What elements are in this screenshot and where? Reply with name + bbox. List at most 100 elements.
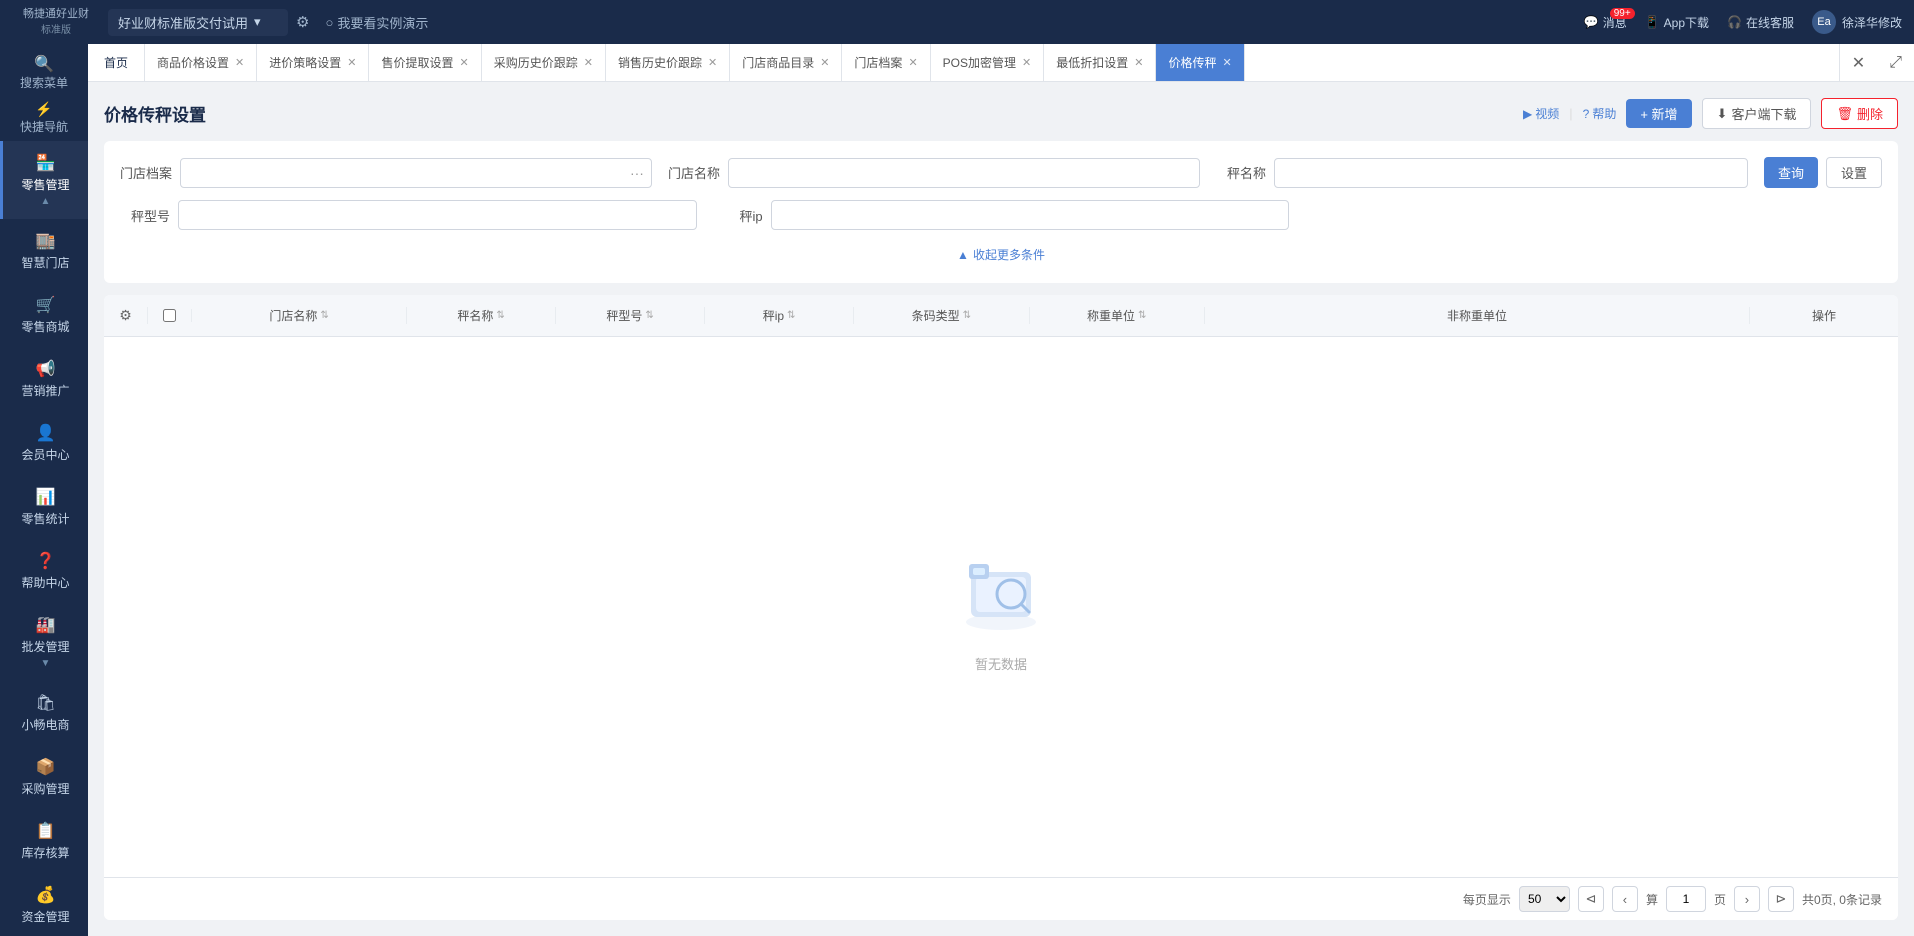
sort-icon-barcode-type[interactable]: ⇅ — [963, 310, 971, 321]
tab-purchase-strategy-close[interactable]: ✕ — [347, 56, 356, 69]
sidebar-item-label-wholesale: 批发管理 — [21, 638, 69, 655]
chevron-up-icon: ▲ — [41, 196, 51, 207]
tab-sale-history[interactable]: 销售历史价跟踪 ✕ — [606, 44, 730, 82]
chevron-down-icon: ▾ — [254, 14, 261, 30]
next-page-button[interactable]: › — [1734, 886, 1760, 912]
sort-icon-weight-unit[interactable]: ⇅ — [1138, 310, 1146, 321]
settings-gear-icon[interactable]: ⚙ — [119, 307, 132, 324]
user-area[interactable]: Ea 徐泽华修改 — [1812, 10, 1902, 34]
th-settings[interactable]: ⚙ — [104, 307, 148, 324]
first-page-button[interactable]: ⊲ — [1578, 886, 1604, 912]
sidebar-item-online-store[interactable]: 🛒 零售商城 — [0, 283, 88, 347]
tab-store-catalog-close[interactable]: ✕ — [820, 56, 829, 69]
app-container: 畅捷通好业财 标准版 好业财标准版交付试用 ▾ ⚙ ○ 我要看实例演示 💬 消息… — [0, 0, 1914, 936]
tab-sale-history-close[interactable]: ✕ — [708, 56, 717, 69]
ellipsis-icon[interactable]: ··· — [630, 165, 644, 181]
store-name-input[interactable] — [728, 158, 1200, 188]
sidebar-item-retail[interactable]: 🏪 零售管理 ▲ — [0, 141, 88, 219]
online-store-icon: 🛒 — [36, 295, 56, 315]
sidebar-item-member[interactable]: 👤 会员中心 — [0, 411, 88, 475]
sidebar-item-retail-stats[interactable]: 📊 零售统计 — [0, 475, 88, 539]
tab-store-files-close[interactable]: ✕ — [908, 56, 917, 69]
last-page-button[interactable]: ⊳ — [1768, 886, 1794, 912]
tab-store-files[interactable]: 门店档案 ✕ — [842, 44, 930, 82]
prev-page-button[interactable]: ‹ — [1612, 886, 1638, 912]
chevron-up-icon: ▲ — [957, 248, 969, 262]
help-link[interactable]: ? 帮助 — [1583, 105, 1617, 122]
tab-pos-management[interactable]: POS加密管理 ✕ — [931, 44, 1045, 82]
help-icon: ❓ — [36, 551, 56, 571]
sidebar-quick-nav[interactable]: ⚡ 快捷导航 — [0, 97, 88, 141]
sort-icon-scale-name[interactable]: ⇅ — [496, 310, 504, 321]
tab-price-settings[interactable]: 商品价格设置 ✕ — [145, 44, 257, 82]
demo-button[interactable]: ○ 我要看实例演示 — [325, 13, 428, 32]
tab-min-discount-label: 最低折扣设置 — [1056, 54, 1128, 71]
scale-ip-input[interactable] — [771, 200, 1290, 230]
select-all-checkbox[interactable] — [163, 309, 176, 322]
per-page-select[interactable]: 20 50 100 — [1519, 886, 1570, 912]
add-label: + 新增 — [1640, 104, 1677, 123]
sort-icon-scale-ip[interactable]: ⇅ — [787, 310, 795, 321]
sidebar-item-xiaochang[interactable]: 🛍 小畅电商 — [0, 681, 88, 745]
delete-button[interactable]: 🗑 删除 — [1821, 98, 1898, 129]
search-button[interactable]: 查询 — [1764, 157, 1818, 188]
tab-min-discount[interactable]: 最低折扣设置 ✕ — [1044, 44, 1156, 82]
tab-sale-pickup-label: 售价提取设置 — [381, 54, 453, 71]
tab-min-discount-close[interactable]: ✕ — [1134, 56, 1143, 69]
sort-icon-scale-model[interactable]: ⇅ — [645, 310, 653, 321]
tab-purchase-history-close[interactable]: ✕ — [584, 56, 593, 69]
tab-sale-pickup[interactable]: 售价提取设置 ✕ — [369, 44, 481, 82]
scale-model-input[interactable] — [178, 200, 697, 230]
sidebar-item-smart-store[interactable]: 🏬 智慧门店 — [0, 219, 88, 283]
version-selector[interactable]: 好业财标准版交付试用 ▾ — [108, 9, 288, 36]
scale-name-input[interactable] — [1274, 158, 1748, 188]
sidebar-item-purchase[interactable]: 📦 采购管理 — [0, 745, 88, 809]
set-button[interactable]: 设置 — [1826, 157, 1882, 188]
messages-button[interactable]: 💬 消息 99+ — [1584, 14, 1627, 31]
download-button[interactable]: ⬇ 客户端下载 — [1702, 98, 1812, 129]
store-name-field: 门店名称 — [668, 158, 1200, 188]
total-info: 共0页, 0条记录 — [1802, 891, 1882, 908]
online-service-button[interactable]: 🎧 在线客服 — [1727, 14, 1794, 31]
collapse-button[interactable]: ▲ 收起更多条件 — [120, 242, 1882, 267]
tab-pos-management-close[interactable]: ✕ — [1022, 56, 1031, 69]
sidebar-item-marketing[interactable]: 📢 营销推广 — [0, 347, 88, 411]
tab-purchase-strategy[interactable]: 进价策略设置 ✕ — [257, 44, 369, 82]
app-download-button[interactable]: 📱 App下载 — [1645, 14, 1709, 31]
scale-model-label: 秤型号 — [120, 206, 170, 225]
tab-store-catalog[interactable]: 门店商品目录 ✕ — [730, 44, 842, 82]
page-input[interactable] — [1666, 886, 1706, 912]
settings-icon[interactable]: ⚙ — [296, 13, 309, 31]
search-menu-label: 搜索菜单 — [8, 74, 80, 91]
tab-sale-pickup-close[interactable]: ✕ — [460, 56, 469, 69]
form-row-2: 秤型号 秤ip — [120, 200, 1882, 230]
tab-price-scale-close[interactable]: ✕ — [1222, 56, 1231, 69]
tab-home[interactable]: 首页 — [88, 44, 145, 82]
tab-price-scale[interactable]: 价格传秤 ✕ — [1156, 44, 1244, 82]
per-page-label: 每页显示 — [1463, 891, 1511, 908]
video-link[interactable]: ▶ 视频 — [1523, 105, 1559, 122]
th-actions-label: 操作 — [1812, 307, 1836, 324]
store-file-input[interactable] — [180, 158, 652, 188]
sort-icon-store-name[interactable]: ⇅ — [320, 310, 328, 321]
th-non-weight-unit-label: 非称重单位 — [1447, 307, 1507, 324]
tab-price-settings-close[interactable]: ✕ — [235, 56, 244, 69]
sidebar-item-label-smart-store: 智慧门店 — [21, 254, 69, 271]
page-header: 价格传秤设置 ▶ 视频 | ? 帮助 + 新增 — [104, 98, 1898, 129]
add-button[interactable]: + 新增 — [1626, 99, 1691, 128]
th-weight-unit: 称重单位 ⇅ — [1030, 307, 1205, 324]
sidebar-item-inventory[interactable]: 📋 库存核算 — [0, 809, 88, 873]
sidebar-item-help[interactable]: ❓ 帮助中心 — [0, 539, 88, 603]
tab-close-all-button[interactable]: ✕ — [1840, 44, 1877, 82]
logo-area: 畅捷通好业财 标准版 — [12, 8, 100, 36]
tab-pos-management-label: POS加密管理 — [943, 54, 1016, 71]
tab-expand-button[interactable]: ⤢ — [1877, 44, 1914, 82]
th-weight-unit-label: 称重单位 — [1087, 307, 1135, 324]
separator: | — [1569, 106, 1572, 121]
store-name-label: 门店名称 — [668, 163, 720, 182]
sidebar-item-funds[interactable]: 💰 资金管理 — [0, 873, 88, 936]
th-scale-name: 秤名称 ⇅ — [407, 307, 556, 324]
tab-purchase-history[interactable]: 采购历史价跟踪 ✕ — [482, 44, 606, 82]
sidebar-search[interactable]: 🔍 搜索菜单 — [0, 44, 88, 97]
sidebar-item-wholesale[interactable]: 🏭 批发管理 ▼ — [0, 603, 88, 681]
